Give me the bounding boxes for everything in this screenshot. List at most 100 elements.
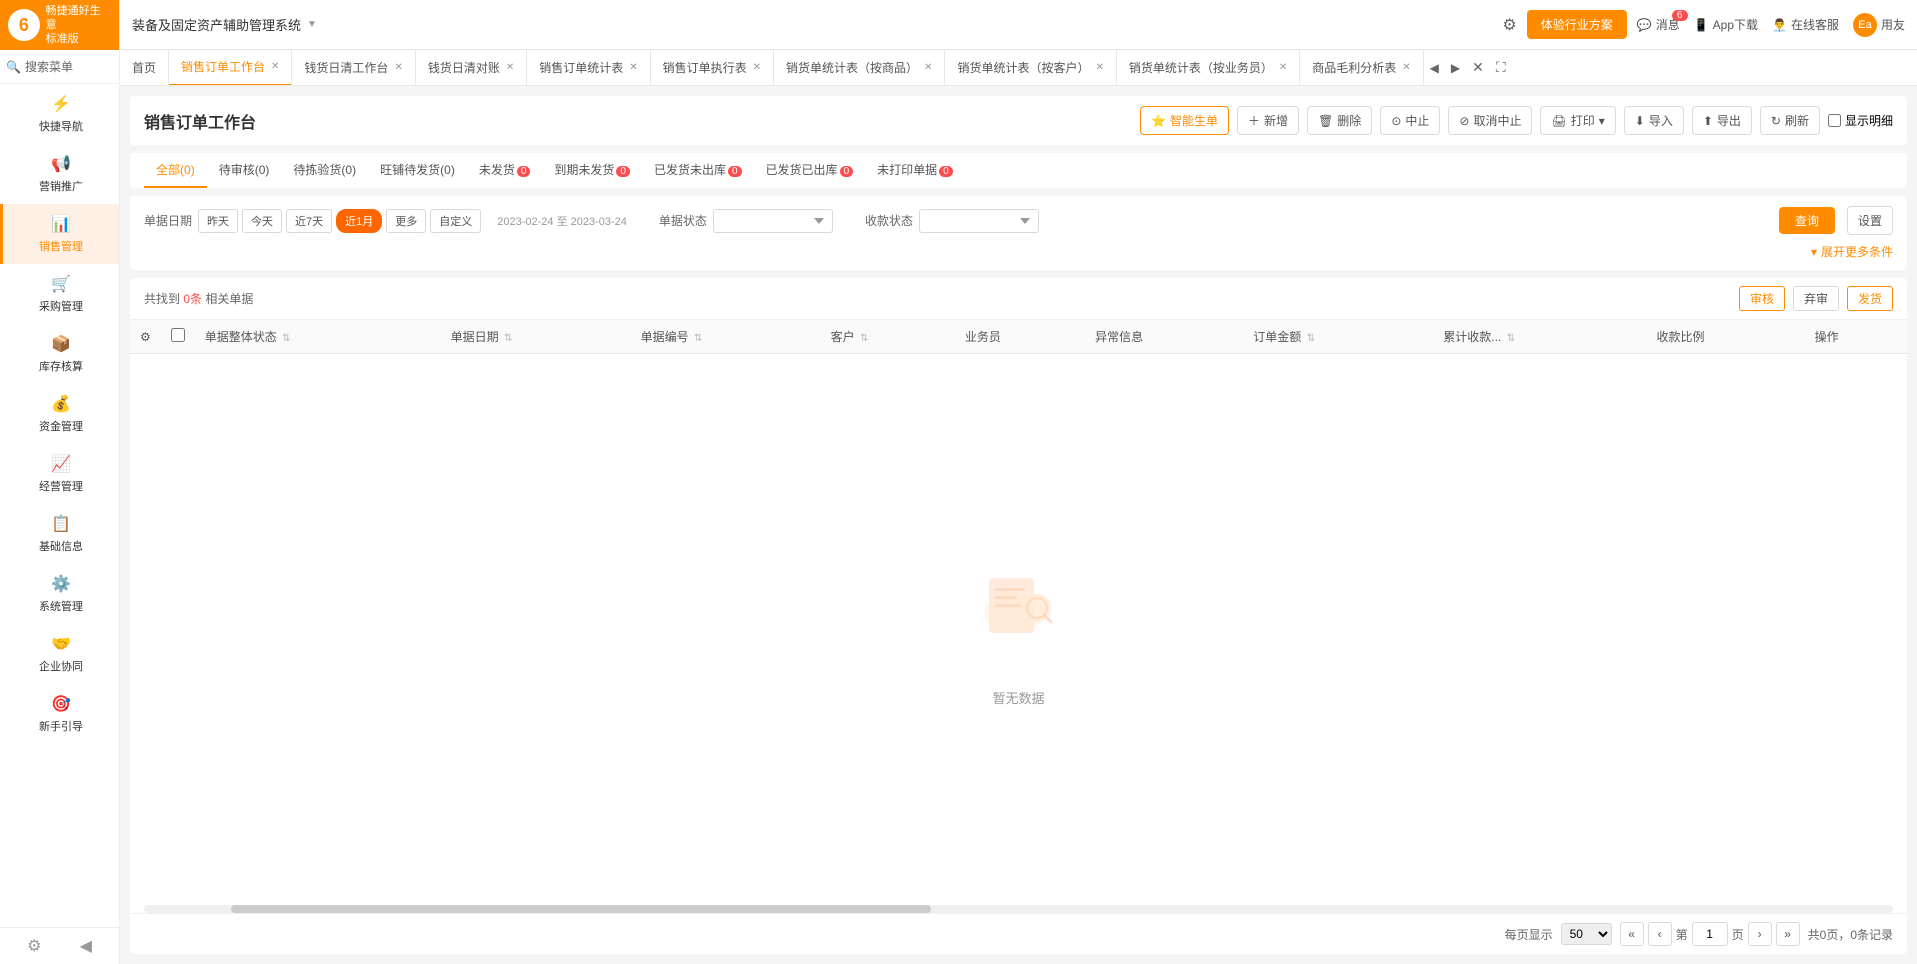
- app-download-item[interactable]: 📱 App下载: [1694, 16, 1758, 33]
- refresh-btn[interactable]: ↻ 刷新: [1760, 106, 1820, 135]
- status-select[interactable]: [713, 209, 833, 233]
- tab-close-all[interactable]: ✕: [1466, 59, 1490, 76]
- date-btn-custom[interactable]: 自定义: [430, 209, 481, 233]
- hscroll-thumb[interactable]: [231, 905, 931, 913]
- sidebar-item-system[interactable]: ⚙️ 系统管理: [0, 564, 119, 624]
- table-settings-icon[interactable]: ⚙: [140, 330, 151, 344]
- sidebar-item-enterprise[interactable]: 🤝 企业协同: [0, 624, 119, 684]
- tab-gross-profit[interactable]: 商品毛利分析表 ✕: [1300, 50, 1423, 86]
- tab-close-sales-exec[interactable]: ✕: [753, 62, 761, 73]
- query-btn[interactable]: 查询: [1779, 207, 1835, 234]
- tab-close-sales-stats[interactable]: ✕: [629, 62, 637, 73]
- select-all-checkbox[interactable]: [171, 328, 185, 342]
- empty-state: 暂无数据: [130, 354, 1907, 905]
- new-btn[interactable]: ＋ 新增: [1237, 106, 1299, 135]
- last-page-btn[interactable]: »: [1776, 922, 1800, 946]
- tab-nav-next[interactable]: ▶: [1445, 61, 1466, 75]
- hscroll[interactable]: [144, 905, 1893, 913]
- sidebar-item-finance[interactable]: 💰 资金管理: [0, 384, 119, 444]
- topbar-settings-icon[interactable]: ⚙: [1502, 15, 1516, 35]
- print-dropdown-icon[interactable]: ▾: [1599, 114, 1605, 128]
- payment-select[interactable]: [919, 209, 1039, 233]
- cancel-suspend-btn[interactable]: ⊘ 取消中止: [1448, 106, 1532, 135]
- sidebar-item-marketing[interactable]: 📢 营销推广: [0, 144, 119, 204]
- suspend-btn[interactable]: ⊙ 中止: [1380, 106, 1440, 135]
- print-btn[interactable]: 🖨 打印 ▾: [1540, 106, 1615, 135]
- filter-tab-overdue[interactable]: 到期未发货0: [542, 153, 642, 188]
- tab-close-cash-reconcile[interactable]: ✕: [506, 62, 514, 73]
- sort-amount-icon[interactable]: ⇅: [1307, 333, 1315, 344]
- tab-expand[interactable]: ⛶: [1490, 59, 1512, 76]
- show-details-label[interactable]: 显示明细: [1828, 112, 1893, 129]
- filter-settings-btn[interactable]: 设置: [1847, 206, 1893, 235]
- filter-tab-not-shipped[interactable]: 未发货0: [467, 153, 543, 188]
- tab-home[interactable]: 首页: [120, 50, 169, 86]
- import-btn[interactable]: ⬇ 导入: [1624, 106, 1684, 135]
- sidebar-settings-icon[interactable]: ⚙: [27, 936, 41, 956]
- sort-status-icon[interactable]: ⇅: [282, 333, 290, 344]
- tab-close-gross-profit[interactable]: ✕: [1402, 62, 1410, 73]
- tab-close-cash-daily[interactable]: ✕: [394, 62, 402, 73]
- delete-btn[interactable]: 🗑 删除: [1307, 106, 1372, 135]
- next-page-btn[interactable]: ›: [1748, 922, 1772, 946]
- cancel-review-btn[interactable]: 弃审: [1793, 286, 1839, 311]
- smart-btn[interactable]: ⭐ 智能生单: [1140, 106, 1229, 135]
- filter-tab-shipped-out[interactable]: 已发货已出库0: [754, 153, 866, 188]
- filter-tab-pending-review[interactable]: 待审核(0): [207, 153, 282, 188]
- export-icon: ⬆: [1703, 114, 1713, 128]
- date-btn-7days[interactable]: 近7天: [286, 209, 332, 233]
- tab-cash-daily[interactable]: 钱货日清工作台 ✕: [292, 50, 415, 86]
- filter-row: 单据日期 昨天 今天 近7天 近1月 更多 自定义 2023-02-24 至 2…: [144, 206, 1893, 235]
- sidebar-collapse-icon[interactable]: ◀: [80, 936, 92, 956]
- sidebar-search[interactable]: 🔍 搜索菜单: [0, 50, 119, 84]
- sidebar-item-base-info[interactable]: 📋 基础信息: [0, 504, 119, 564]
- sidebar-item-operation[interactable]: 📈 经营管理: [0, 444, 119, 504]
- user-item[interactable]: Ea 用友: [1853, 13, 1905, 37]
- date-range-display: 2023-02-24 至 2023-03-24: [493, 213, 627, 229]
- tab-sales-summary-product[interactable]: 销货单统计表（按商品） ✕: [774, 50, 945, 86]
- sort-customer-icon[interactable]: ⇅: [860, 333, 868, 344]
- show-details-checkbox[interactable]: [1828, 114, 1841, 127]
- page-input[interactable]: [1692, 922, 1728, 946]
- tab-close-sales-summary-customer[interactable]: ✕: [1095, 62, 1103, 73]
- date-btn-today[interactable]: 今天: [242, 209, 282, 233]
- sort-date-icon[interactable]: ⇅: [504, 333, 512, 344]
- date-btn-yesterday[interactable]: 昨天: [198, 209, 238, 233]
- export-btn[interactable]: ⬆ 导出: [1692, 106, 1752, 135]
- filter-tab-shipped-not-out[interactable]: 已发货未出库0: [642, 153, 754, 188]
- per-page-select[interactable]: 50 100: [1561, 923, 1612, 945]
- review-btn[interactable]: 审核: [1739, 286, 1785, 311]
- ship-btn[interactable]: 发货: [1847, 286, 1893, 311]
- tab-sales-summary-staff[interactable]: 销货单统计表（按业务员） ✕: [1117, 50, 1300, 86]
- prev-page-btn[interactable]: ‹: [1648, 922, 1672, 946]
- topbar-dropdown-icon[interactable]: ▼: [307, 19, 317, 30]
- filter-tab-pending-inspection[interactable]: 待拣验货(0): [281, 153, 368, 188]
- date-btn-more[interactable]: 更多: [386, 209, 426, 233]
- tab-close-sales-summary-staff[interactable]: ✕: [1279, 62, 1287, 73]
- col-date: 单据日期 ⇅: [441, 320, 631, 354]
- tab-sales-workbench[interactable]: 销售订单工作台 ✕: [169, 50, 292, 86]
- sidebar-item-sales[interactable]: 📊 销售管理: [0, 204, 119, 264]
- filter-tab-not-printed[interactable]: 未打印单据0: [865, 153, 965, 188]
- sidebar-item-guide[interactable]: 🎯 新手引导: [0, 684, 119, 744]
- filter-tab-wangpu[interactable]: 旺铺待发货(0): [368, 153, 467, 188]
- first-page-btn[interactable]: «: [1620, 922, 1644, 946]
- sidebar-item-inventory[interactable]: 📦 库存核算: [0, 324, 119, 384]
- tab-nav-prev[interactable]: ◀: [1424, 61, 1445, 75]
- tab-cash-reconcile[interactable]: 钱货日清对账 ✕: [416, 50, 527, 86]
- message-item[interactable]: 💬 消息 6: [1637, 16, 1680, 33]
- tab-sales-exec[interactable]: 销售订单执行表 ✕: [651, 50, 774, 86]
- experience-btn[interactable]: 体验行业方案: [1527, 10, 1627, 39]
- sort-number-icon[interactable]: ⇅: [694, 333, 702, 344]
- sidebar-item-purchase[interactable]: 🛒 采购管理: [0, 264, 119, 324]
- tab-sales-summary-customer[interactable]: 销货单统计表（按客户） ✕: [945, 50, 1116, 86]
- tab-sales-stats[interactable]: 销售订单统计表 ✕: [527, 50, 650, 86]
- filter-tab-all[interactable]: 全部(0): [144, 153, 207, 188]
- expand-conditions-btn[interactable]: ▾ 展开更多条件: [1811, 243, 1893, 260]
- sidebar-item-quick-nav[interactable]: ⚡ 快捷导航: [0, 84, 119, 144]
- sort-collected-icon[interactable]: ⇅: [1507, 333, 1515, 344]
- tab-close-sales-summary-product[interactable]: ✕: [924, 62, 932, 73]
- date-btn-1month[interactable]: 近1月: [336, 209, 382, 233]
- online-service-item[interactable]: 👨‍💼 在线客服: [1772, 16, 1839, 33]
- tab-close-sales-workbench[interactable]: ✕: [271, 61, 279, 72]
